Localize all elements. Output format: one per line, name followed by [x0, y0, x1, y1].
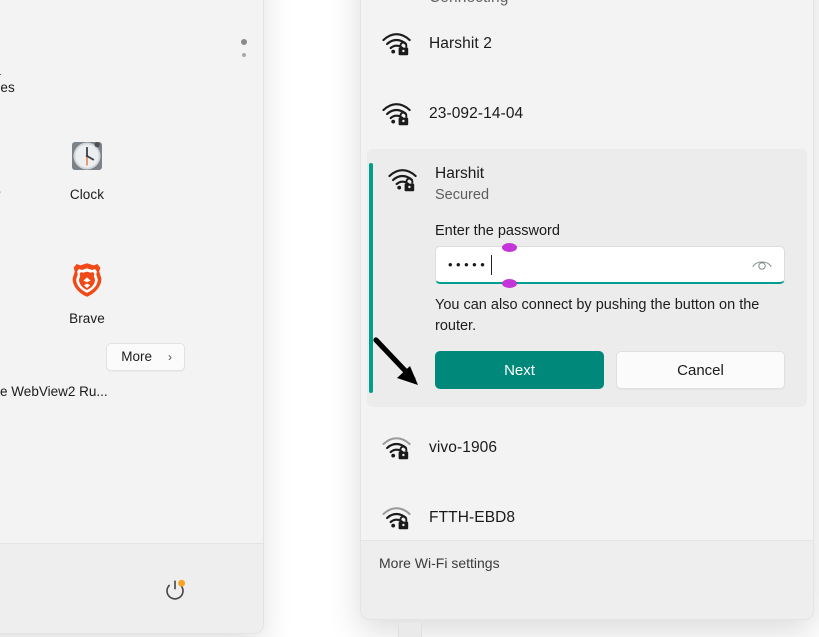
screen: Solitaire &Casual Games	[0, 0, 819, 637]
wifi-network-list: Connecting Harshit 2	[361, 0, 813, 553]
selection-accent-bar	[369, 163, 373, 393]
wifi-network-harshit-expanded[interactable]: Harshit Secured Enter the password •••••	[367, 149, 807, 407]
app-tile-empty-slot-2	[146, 5, 263, 107]
wifi-network-harshit-2[interactable]: Harshit 2	[361, 9, 813, 79]
power-icon	[166, 579, 186, 600]
selection-handle-top[interactable]	[502, 243, 517, 252]
more-button[interactable]: More ›	[106, 343, 185, 371]
wifi-network-connecting[interactable]: Connecting	[361, 0, 813, 9]
wifi-network-name-harshit: Harshit	[435, 165, 485, 182]
more-button-label: More	[121, 349, 152, 364]
next-button[interactable]: Next	[435, 351, 604, 389]
app-tile-empty-slot-3	[146, 129, 263, 231]
clock-icon	[66, 135, 108, 177]
wifi-flyout-panel: Connecting Harshit 2	[360, 0, 814, 620]
taskbar-sliver	[398, 623, 422, 637]
app-label-clock: Clock	[69, 187, 105, 202]
wifi-network-status: Secured	[435, 187, 490, 203]
app-label-calculator: Calculator	[0, 186, 1, 203]
wifi-network-vivo-1906[interactable]: vivo-1906	[361, 413, 813, 483]
wifi-network-name-connecting: Connecting	[429, 0, 508, 7]
eye-icon[interactable]	[750, 255, 774, 275]
wifi-secured-icon	[379, 29, 413, 59]
app-tile-clock[interactable]: Clock	[28, 129, 145, 231]
more-wifi-settings-link[interactable]: More Wi-Fi settings	[379, 555, 500, 571]
wifi-network-23-092-14-04[interactable]: 23-092-14-04	[361, 79, 813, 149]
wifi-network-name-vivo-1906: vivo-1906	[429, 439, 498, 456]
password-input[interactable]: •••••	[435, 243, 785, 288]
connect-actions: Next Cancel	[435, 351, 785, 389]
start-menu-footer	[0, 543, 263, 633]
wifi-network-titles: Harshit Secured	[435, 163, 489, 206]
chevron-right-icon: ›	[168, 349, 172, 364]
wifi-network-header: Harshit Secured	[367, 149, 807, 206]
app-tile-calculator[interactable]: Calculator	[0, 129, 28, 231]
wifi-network-name-harshit-2: Harshit 2	[429, 35, 492, 52]
app-label-solitaire: Solitaire &Casual Games	[0, 63, 15, 95]
app-label-brave: Brave	[69, 311, 105, 326]
text-caret	[491, 254, 493, 275]
brave-icon	[66, 259, 108, 301]
wifi-flyout-footer: More Wi-Fi settings	[361, 540, 813, 619]
recommended-item-subtitle: go	[0, 403, 263, 420]
app-tile-solitaire[interactable]: Solitaire &Casual Games	[0, 5, 28, 107]
update-badge	[178, 579, 186, 587]
app-tile-brave[interactable]: Brave	[28, 253, 145, 355]
wifi-secured-icon	[379, 99, 413, 129]
cancel-button[interactable]: Cancel	[616, 351, 785, 389]
wifi-secured-icon	[379, 433, 413, 463]
app-tile-tips[interactable]: Tips	[0, 253, 28, 355]
power-button[interactable]	[159, 574, 191, 606]
recommended-section: Download the WebView2 Ru... go	[0, 383, 263, 420]
password-label: Enter the password	[435, 223, 560, 239]
wifi-secured-icon	[385, 165, 419, 195]
more-row: More ›	[0, 343, 263, 371]
start-menu-panel: Solitaire &Casual Games	[0, 0, 264, 634]
router-button-hint: You can also connect by pushing the butt…	[435, 297, 760, 334]
wifi-connecting-icon	[379, 0, 413, 7]
selection-handle-bottom[interactable]	[502, 279, 517, 288]
wifi-network-name-23-092-14-04: 23-092-14-04	[429, 105, 524, 122]
password-value: •••••	[448, 257, 489, 272]
pinned-apps-grid: Solitaire &Casual Games	[0, 5, 263, 355]
recommended-item-title[interactable]: Download the WebView2 Ru...	[0, 383, 263, 401]
wifi-secured-icon	[379, 503, 413, 533]
wifi-network-name-ftth-ebd8: FTTH-EBD8	[429, 509, 516, 526]
app-tile-empty-slot	[28, 5, 145, 107]
wifi-connect-form: Enter the password ••••• You can also co…	[367, 223, 807, 389]
